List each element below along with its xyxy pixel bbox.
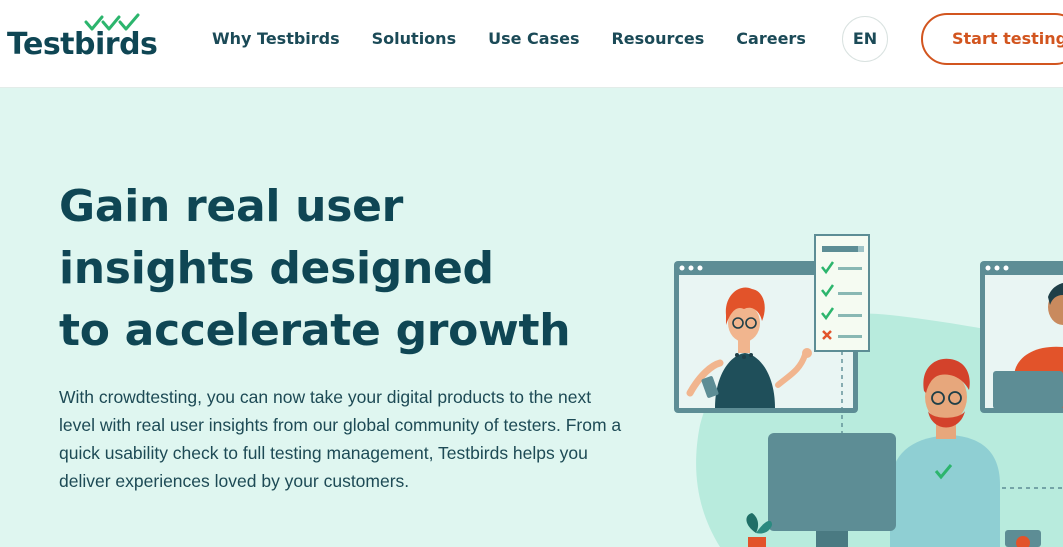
hero-title-line: Gain real user <box>59 181 404 232</box>
hero-description: With crowdtesting, you can now take your… <box>59 387 622 491</box>
hero-title: Gain real user insights designed to acce… <box>59 176 619 362</box>
video-window-right <box>980 261 1063 413</box>
menu-item-resources[interactable]: Resources <box>611 28 704 50</box>
top-navigation: Testbirds Why Testbirds Solutions Use Ca… <box>0 0 1063 88</box>
language-selector[interactable]: EN <box>842 16 888 62</box>
testbirds-logo[interactable]: Testbirds <box>7 12 158 72</box>
menu-item-use-cases[interactable]: Use Cases <box>488 28 579 50</box>
hero-title-line: to accelerate growth <box>59 305 571 356</box>
start-testing-button[interactable]: Start testing <box>921 13 1063 65</box>
menu-item-why-testbirds[interactable]: Why Testbirds <box>212 28 340 50</box>
crowdtesting-illustration <box>674 234 1063 547</box>
menu-item-careers[interactable]: Careers <box>736 28 806 50</box>
main-menu: Why Testbirds Solutions Use Cases Resour… <box>212 28 838 50</box>
logo-wordmark: Testbirds <box>7 27 158 62</box>
hero-title-line: insights designed <box>59 243 494 294</box>
menu-item-solutions[interactable]: Solutions <box>372 28 456 50</box>
checklist-card <box>814 234 870 352</box>
